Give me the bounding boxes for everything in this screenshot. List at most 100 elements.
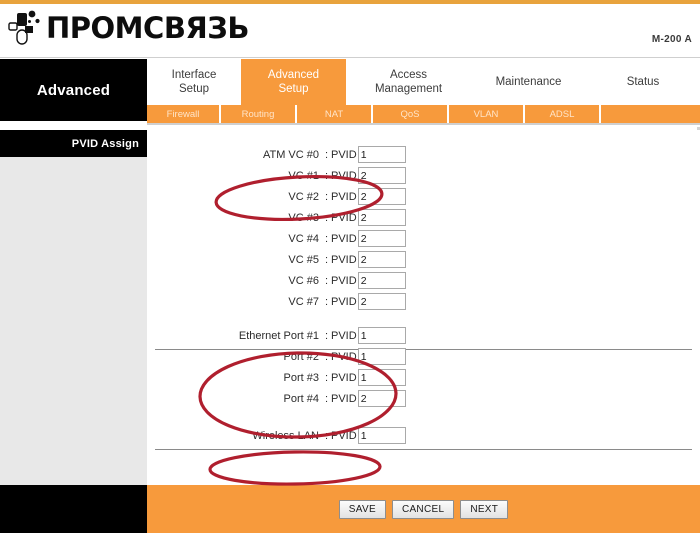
row-colon: : <box>324 211 329 224</box>
subtab-firewall[interactable]: Firewall <box>147 105 221 123</box>
pvid-input-vc-2[interactable] <box>357 188 406 205</box>
wireless-lan-group: Wireless LAN : PVID <box>147 425 700 446</box>
row-colon: : <box>324 253 329 266</box>
form-row: Port #2 : PVID <box>147 346 700 367</box>
subtab-qos[interactable]: QoS <box>373 105 449 123</box>
row-label: Wireless LAN <box>252 429 319 442</box>
row-pvid-label: PVID <box>331 148 357 161</box>
row-label: VC #2 <box>288 190 319 203</box>
pvid-input-vc-1[interactable] <box>357 167 406 184</box>
row-label: Ethernet Port #1 <box>238 329 319 342</box>
brand-name: ПРОМСВЯЗЬ <box>46 10 249 45</box>
form-row: VC #4 : PVID <box>147 228 700 249</box>
row-label: VC #4 <box>288 232 319 245</box>
row-colon: : <box>324 371 329 384</box>
row-pvid-label: PVID <box>331 350 357 363</box>
row-pvid-label: PVID <box>331 295 357 308</box>
row-pvid-label: PVID <box>331 253 357 266</box>
row-label: Port #3 <box>283 371 319 384</box>
pvid-input-port-2[interactable] <box>357 348 406 365</box>
subtab-filler <box>601 105 700 123</box>
model-number: M-200 A <box>651 34 692 45</box>
tab-advanced-setup-line2: Setup <box>278 83 309 95</box>
subtab-routing-label: Routing <box>241 108 275 120</box>
row-colon: : <box>324 329 329 342</box>
pvid-input-vc-6[interactable] <box>357 272 406 289</box>
pvid-input-port-3[interactable] <box>357 369 406 386</box>
sidebar-section-header: PVID Assign <box>0 130 147 157</box>
pvid-input-wireless-lan[interactable] <box>357 427 406 444</box>
form-row: VC #5 : PVID <box>147 249 700 270</box>
form-row: Port #4 : PVID <box>147 388 700 409</box>
row-label: VC #6 <box>288 274 319 287</box>
row-colon: : <box>324 232 329 245</box>
sidebar-footer-block <box>0 485 147 533</box>
row-pvid-label: PVID <box>331 371 357 384</box>
subtab-vlan[interactable]: VLAN <box>449 105 525 123</box>
pvid-input-atm-vc-0[interactable] <box>357 146 406 163</box>
pvid-input-vc-3[interactable] <box>357 209 406 226</box>
tab-access-management[interactable]: Access Management <box>346 59 471 105</box>
form-row: Port #3 : PVID <box>147 367 700 388</box>
row-pvid-label: PVID <box>331 169 357 182</box>
tab-advanced-setup[interactable]: Advanced Setup <box>241 59 346 105</box>
row-pvid-label: PVID <box>331 274 357 287</box>
sidebar: PVID Assign <box>0 130 147 485</box>
action-bar: SAVE CANCEL NEXT <box>147 485 700 533</box>
form-row: Wireless LAN : PVID <box>147 425 700 446</box>
form-row: VC #2 : PVID <box>147 186 700 207</box>
pvid-input-vc-5[interactable] <box>357 251 406 268</box>
row-pvid-label: PVID <box>331 329 357 342</box>
row-label: Port #2 <box>283 350 319 363</box>
tab-interface-setup[interactable]: Interface Setup <box>147 59 241 105</box>
sidebar-section-title: PVID Assign <box>71 137 139 150</box>
nav-bottom-rule-left <box>0 123 147 125</box>
page-header: ПРОМСВЯЗЬ M-200 A <box>0 4 700 58</box>
pvid-input-vc-7[interactable] <box>357 293 406 310</box>
section-divider-ethernet-wireless <box>155 449 692 450</box>
pvid-input-vc-4[interactable] <box>357 230 406 247</box>
atm-vc-group: ATM VC #0 : PVID VC #1 : PVID VC #2 : PV… <box>147 144 700 312</box>
nav-bottom-rule <box>147 123 700 125</box>
tab-maintenance[interactable]: Maintenance <box>471 59 586 105</box>
nav-subtab-list: Firewall Routing NAT QoS VLAN ADSL <box>147 105 700 123</box>
tab-access-management-line2: Management <box>374 83 443 95</box>
next-button[interactable]: NEXT <box>460 499 509 519</box>
row-colon: : <box>324 169 329 182</box>
nav-tab-list: Interface Setup Advanced Setup Access Ma… <box>147 59 700 105</box>
content-panel: ATM VC #0 : PVID VC #1 : PVID VC #2 : PV… <box>147 130 700 485</box>
row-colon: : <box>324 274 329 287</box>
tab-status[interactable]: Status <box>586 59 700 105</box>
row-label: Port #4 <box>283 392 319 405</box>
tab-interface-setup-line2: Setup <box>178 83 210 95</box>
form-row: VC #1 : PVID <box>147 165 700 186</box>
brand-logo: ПРОМСВЯЗЬ <box>8 8 249 48</box>
nav-section-label: Advanced <box>0 59 147 121</box>
row-pvid-label: PVID <box>331 429 357 442</box>
tab-maintenance-label: Maintenance <box>495 75 562 88</box>
form-row: VC #7 : PVID <box>147 291 700 312</box>
row-label: VC #3 <box>288 211 319 224</box>
form-row: VC #6 : PVID <box>147 270 700 291</box>
cancel-button[interactable]: CANCEL <box>391 499 455 519</box>
save-button[interactable]: SAVE <box>338 499 386 519</box>
header-divider <box>0 57 700 58</box>
row-label: VC #5 <box>288 253 319 266</box>
subtab-routing[interactable]: Routing <box>221 105 297 123</box>
subtab-adsl[interactable]: ADSL <box>525 105 601 123</box>
row-label: VC #7 <box>288 295 319 308</box>
pvid-input-ethernet-port-1[interactable] <box>357 327 406 344</box>
form-row: Ethernet Port #1 : PVID <box>147 325 700 346</box>
row-pvid-label: PVID <box>331 232 357 245</box>
tab-access-management-line1: Access <box>389 68 428 81</box>
nav-section-label-text: Advanced <box>36 81 111 99</box>
tab-interface-setup-line1: Interface <box>171 68 217 81</box>
pvid-input-port-4[interactable] <box>357 390 406 407</box>
row-colon: : <box>324 429 329 442</box>
subtab-nat-label: NAT <box>324 108 344 120</box>
main-navigation: Advanced Interface Setup Advanced Setup … <box>0 59 700 127</box>
router-admin-page: ПРОМСВЯЗЬ M-200 A Advanced Interface Set… <box>0 0 700 533</box>
row-pvid-label: PVID <box>331 392 357 405</box>
row-pvid-label: PVID <box>331 211 357 224</box>
subtab-nat[interactable]: NAT <box>297 105 373 123</box>
